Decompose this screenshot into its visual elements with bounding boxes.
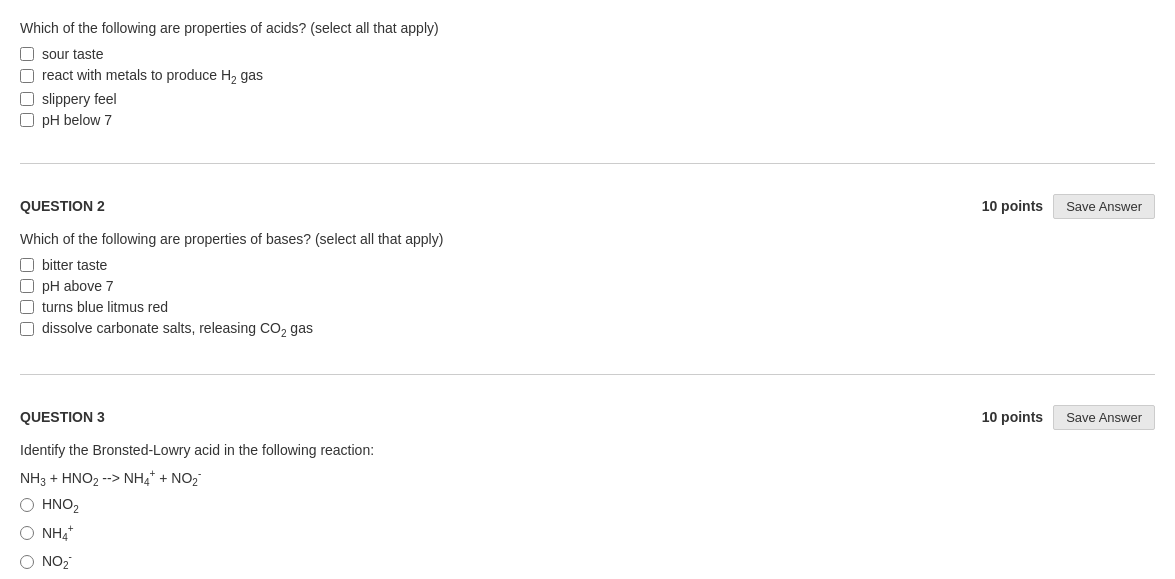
q2-option-4-label: dissolve carbonate salts, releasing CO2 …: [42, 320, 313, 339]
q1-option-4-label: pH below 7: [42, 112, 112, 128]
q3-header: QUESTION 3 10 points Save Answer: [20, 405, 1155, 430]
q3-option-3-label: NO2-: [42, 551, 72, 571]
q2-points: 10 points: [982, 198, 1043, 214]
question-2-block: QUESTION 2 10 points Save Answer Which o…: [20, 184, 1155, 354]
q2-checkbox-3[interactable]: [20, 300, 34, 314]
q1-option-3: slippery feel: [20, 91, 1155, 107]
q3-save-button[interactable]: Save Answer: [1053, 405, 1155, 430]
q2-header: QUESTION 2 10 points Save Answer: [20, 194, 1155, 219]
q2-save-button[interactable]: Save Answer: [1053, 194, 1155, 219]
question-3-block: QUESTION 3 10 points Save Answer Identif…: [20, 395, 1155, 579]
q2-option-3: turns blue litmus red: [20, 299, 1155, 315]
q2-option-1: bitter taste: [20, 257, 1155, 273]
q3-radio-1[interactable]: [20, 498, 34, 512]
q1-checkbox-2[interactable]: [20, 69, 34, 83]
q2-option-1-label: bitter taste: [42, 257, 107, 273]
q2-options-list: bitter taste pH above 7 turns blue litmu…: [20, 257, 1155, 339]
q1-checkbox-1[interactable]: [20, 47, 34, 61]
q2-checkbox-2[interactable]: [20, 279, 34, 293]
q2-title: QUESTION 2: [20, 198, 105, 214]
q1-option-4: pH below 7: [20, 112, 1155, 128]
q1-option-1-label: sour taste: [42, 46, 103, 62]
q1-options-list: sour taste react with metals to produce …: [20, 46, 1155, 128]
q3-options-list: HNO2 NH4+ NO2- NH3: [20, 496, 1155, 579]
q2-option-2-label: pH above 7: [42, 278, 114, 294]
q3-radio-2[interactable]: [20, 526, 34, 540]
page-container: Which of the following are properties of…: [0, 0, 1175, 579]
q3-points: 10 points: [982, 409, 1043, 425]
q3-option-1-label: HNO2: [42, 496, 79, 515]
q3-question-text: Identify the Bronsted-Lowry acid in the …: [20, 442, 1155, 458]
q3-option-3: NO2-: [20, 551, 1155, 571]
q3-radio-3[interactable]: [20, 555, 34, 569]
q1-option-3-label: slippery feel: [42, 91, 117, 107]
divider-2: [20, 374, 1155, 375]
q3-reaction: NH3 + HNO2 --> NH4+ + NO2-: [20, 468, 1155, 488]
q2-option-4: dissolve carbonate salts, releasing CO2 …: [20, 320, 1155, 339]
q2-meta: 10 points Save Answer: [982, 194, 1155, 219]
q2-question-text: Which of the following are properties of…: [20, 231, 1155, 247]
q2-checkbox-4[interactable]: [20, 322, 34, 336]
q2-checkbox-1[interactable]: [20, 258, 34, 272]
q1-option-2-label: react with metals to produce H2 gas: [42, 67, 263, 86]
q3-meta: 10 points Save Answer: [982, 405, 1155, 430]
q1-checkbox-3[interactable]: [20, 92, 34, 106]
q3-option-2-label: NH4+: [42, 523, 74, 543]
q3-option-2: NH4+: [20, 523, 1155, 543]
divider-1: [20, 163, 1155, 164]
q1-option-1: sour taste: [20, 46, 1155, 62]
q3-title: QUESTION 3: [20, 409, 105, 425]
q2-option-2: pH above 7: [20, 278, 1155, 294]
question-1-block: Which of the following are properties of…: [20, 10, 1155, 143]
q1-option-2: react with metals to produce H2 gas: [20, 67, 1155, 86]
q1-checkbox-4[interactable]: [20, 113, 34, 127]
q1-question-text: Which of the following are properties of…: [20, 20, 1155, 36]
q2-option-3-label: turns blue litmus red: [42, 299, 168, 315]
q3-option-1: HNO2: [20, 496, 1155, 515]
